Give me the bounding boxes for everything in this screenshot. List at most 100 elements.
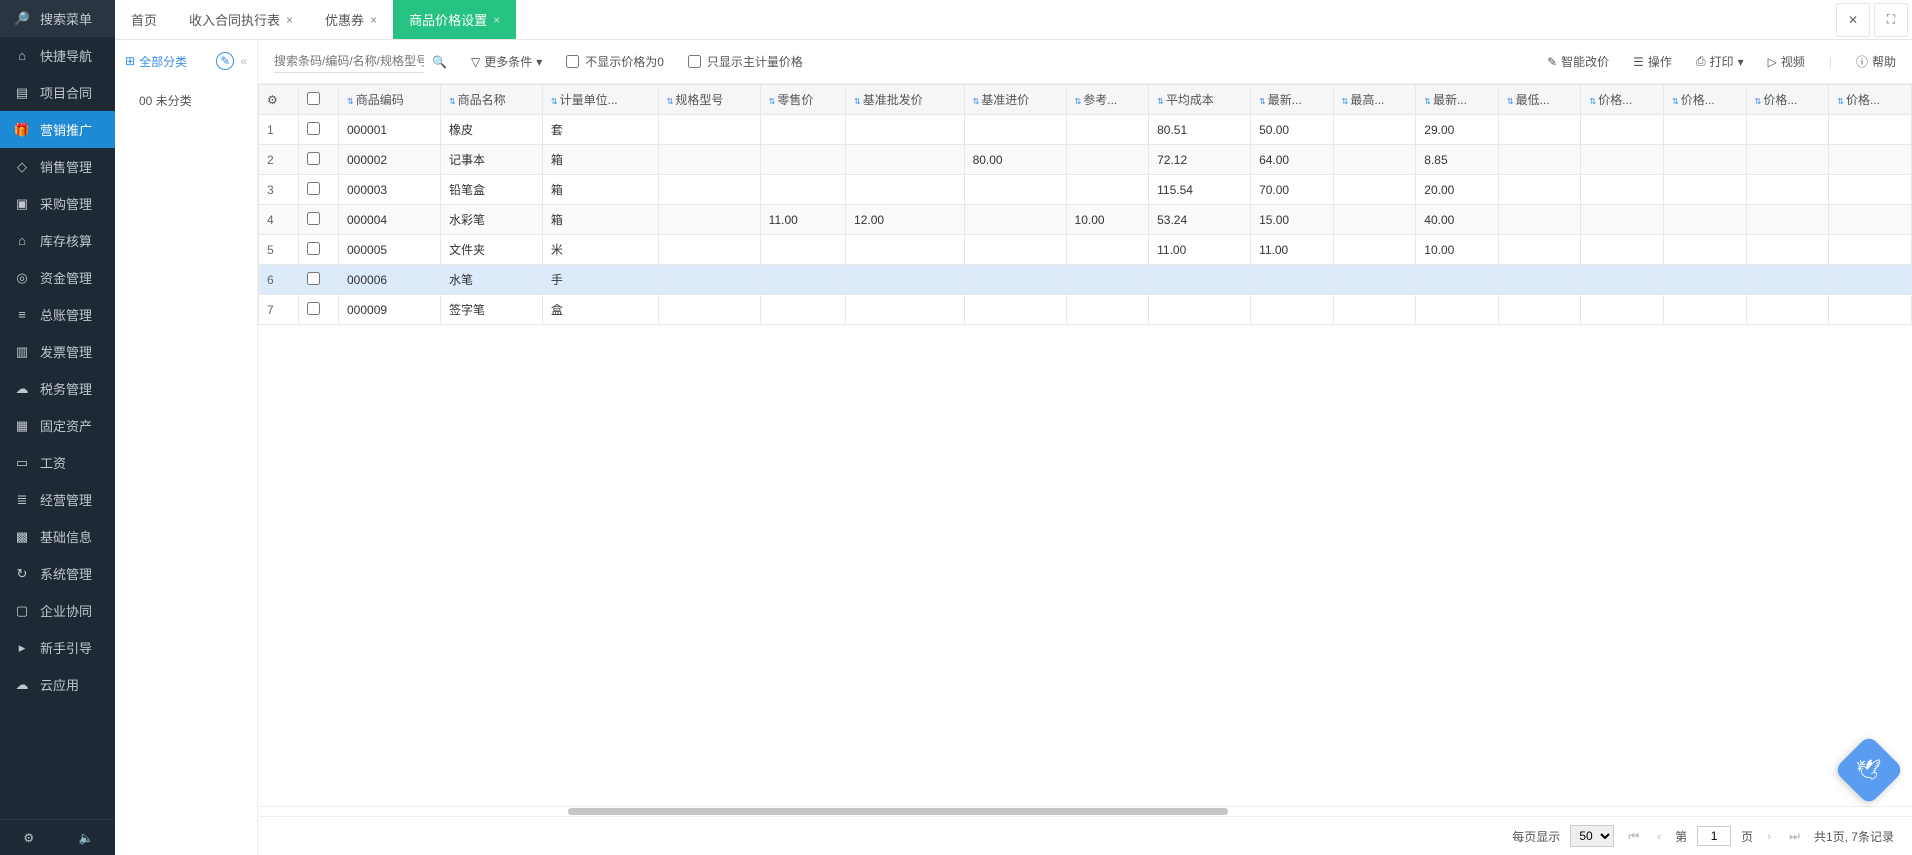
cell-low[interactable] bbox=[1498, 175, 1581, 205]
cell-wholesale[interactable] bbox=[846, 145, 965, 175]
column-header-12[interactable]: ⇅最高... bbox=[1333, 85, 1416, 115]
cell-avg[interactable]: 11.00 bbox=[1149, 235, 1251, 265]
cell-ref[interactable]: 10.00 bbox=[1066, 205, 1149, 235]
print-button[interactable]: ⎙ 打印 ▾ bbox=[1696, 53, 1744, 70]
sidebar-item-4[interactable]: ◇销售管理 bbox=[0, 148, 115, 185]
cell-unit[interactable]: 手 bbox=[542, 265, 658, 295]
row-checkbox[interactable] bbox=[307, 212, 320, 225]
tab-0[interactable]: 首页 bbox=[115, 0, 173, 39]
more-conditions[interactable]: ▽ 更多条件 ▾ bbox=[471, 53, 542, 70]
cell-high[interactable] bbox=[1333, 175, 1416, 205]
cell-avg[interactable] bbox=[1149, 265, 1251, 295]
tab-2[interactable]: 优惠券× bbox=[309, 0, 393, 39]
cell-retail[interactable] bbox=[760, 175, 845, 205]
cell-newest1[interactable]: 50.00 bbox=[1251, 115, 1334, 145]
cell-price2[interactable] bbox=[1664, 115, 1747, 145]
cell-name[interactable]: 水彩笔 bbox=[440, 205, 542, 235]
row-checkbox[interactable] bbox=[307, 152, 320, 165]
category-all[interactable]: ⊞ 全部分类 bbox=[125, 53, 210, 70]
cell-retail[interactable] bbox=[760, 145, 845, 175]
video-button[interactable]: ▷ 视频 bbox=[1768, 53, 1805, 70]
cell-retail[interactable] bbox=[760, 295, 845, 325]
page-input[interactable] bbox=[1697, 826, 1731, 846]
row-checkbox[interactable] bbox=[307, 242, 320, 255]
category-node[interactable]: 00 未分类 bbox=[125, 86, 247, 115]
cell-low[interactable] bbox=[1498, 265, 1581, 295]
sidebar-item-6[interactable]: ⌂库存核算 bbox=[0, 222, 115, 259]
column-header-13[interactable]: ⇅最新... bbox=[1416, 85, 1499, 115]
cell-price3[interactable] bbox=[1746, 265, 1829, 295]
cell-name[interactable]: 橡皮 bbox=[440, 115, 542, 145]
cell-price1[interactable] bbox=[1581, 205, 1664, 235]
cell-price1[interactable] bbox=[1581, 235, 1664, 265]
cell-base[interactable] bbox=[964, 175, 1066, 205]
cell-newest1[interactable] bbox=[1251, 265, 1334, 295]
cell-wholesale[interactable] bbox=[846, 265, 965, 295]
cell-spec[interactable] bbox=[658, 235, 760, 265]
row-checkbox[interactable] bbox=[307, 272, 320, 285]
next-page-button[interactable]: › bbox=[1763, 829, 1775, 843]
cell-price2[interactable] bbox=[1664, 295, 1747, 325]
cell-retail[interactable]: 11.00 bbox=[760, 205, 845, 235]
search-input[interactable] bbox=[274, 50, 424, 73]
cell-name[interactable]: 文件夹 bbox=[440, 235, 542, 265]
cell-price1[interactable] bbox=[1581, 115, 1664, 145]
scrollbar-thumb[interactable] bbox=[568, 808, 1228, 815]
cell-code[interactable]: 000009 bbox=[339, 295, 441, 325]
table-row[interactable]: 6000006水笔手 bbox=[259, 265, 1912, 295]
main-unit-checkbox[interactable]: 只显示主计量价格 bbox=[688, 53, 803, 70]
cell-newest2[interactable] bbox=[1416, 265, 1499, 295]
cell-base[interactable] bbox=[964, 265, 1066, 295]
cell-price4[interactable] bbox=[1829, 265, 1912, 295]
cell-name[interactable]: 水笔 bbox=[440, 265, 542, 295]
tab-close-icon[interactable]: × bbox=[286, 13, 293, 27]
column-header-6[interactable]: ⇅零售价 bbox=[760, 85, 845, 115]
column-header-2[interactable]: ⇅商品编码 bbox=[339, 85, 441, 115]
select-all-checkbox[interactable] bbox=[307, 92, 320, 105]
cell-wholesale[interactable] bbox=[846, 295, 965, 325]
column-header-16[interactable]: ⇅价格... bbox=[1664, 85, 1747, 115]
row-checkbox[interactable] bbox=[307, 122, 320, 135]
cell-wholesale[interactable] bbox=[846, 235, 965, 265]
cell-low[interactable] bbox=[1498, 145, 1581, 175]
sidebar-item-7[interactable]: ◎资金管理 bbox=[0, 259, 115, 296]
tab-close-icon[interactable]: × bbox=[370, 13, 377, 27]
cell-avg[interactable]: 115.54 bbox=[1149, 175, 1251, 205]
tab-close-icon[interactable]: × bbox=[493, 13, 500, 27]
cell-code[interactable]: 000005 bbox=[339, 235, 441, 265]
cell-price2[interactable] bbox=[1664, 175, 1747, 205]
cell-base[interactable]: 80.00 bbox=[964, 145, 1066, 175]
cell-price4[interactable] bbox=[1829, 115, 1912, 145]
cell-newest1[interactable]: 64.00 bbox=[1251, 145, 1334, 175]
sidebar-item-8[interactable]: ≡总账管理 bbox=[0, 296, 115, 333]
cell-unit[interactable]: 米 bbox=[542, 235, 658, 265]
cell-price3[interactable] bbox=[1746, 205, 1829, 235]
cell-code[interactable]: 000003 bbox=[339, 175, 441, 205]
smart-price-button[interactable]: ✎ 智能改价 bbox=[1547, 53, 1609, 70]
sidebar-item-0[interactable]: 🔎搜索菜单 bbox=[0, 0, 115, 37]
cell-name[interactable]: 铅笔盒 bbox=[440, 175, 542, 205]
cell-wholesale[interactable] bbox=[846, 175, 965, 205]
hide-zero-checkbox[interactable]: 不显示价格为0 bbox=[566, 53, 664, 70]
cell-code[interactable]: 000001 bbox=[339, 115, 441, 145]
table-wrapper[interactable]: ⚙⇅商品编码⇅商品名称⇅计量单位...⇅规格型号⇅零售价⇅基准批发价⇅基准进价⇅… bbox=[258, 84, 1912, 806]
cell-price2[interactable] bbox=[1664, 265, 1747, 295]
cell-spec[interactable] bbox=[658, 205, 760, 235]
close-tab-button[interactable]: ✕ bbox=[1836, 3, 1870, 37]
cell-base[interactable] bbox=[964, 235, 1066, 265]
collapse-panel-button[interactable]: « bbox=[240, 54, 247, 68]
cell-avg[interactable]: 80.51 bbox=[1149, 115, 1251, 145]
cell-newest1[interactable]: 15.00 bbox=[1251, 205, 1334, 235]
cell-name[interactable]: 记事本 bbox=[440, 145, 542, 175]
perpage-select[interactable]: 50 bbox=[1570, 825, 1614, 847]
cell-name[interactable]: 签字笔 bbox=[440, 295, 542, 325]
cell-low[interactable] bbox=[1498, 205, 1581, 235]
cell-price1[interactable] bbox=[1581, 175, 1664, 205]
cell-price1[interactable] bbox=[1581, 295, 1664, 325]
cell-price4[interactable] bbox=[1829, 235, 1912, 265]
operations-button[interactable]: ☰ 操作 bbox=[1633, 53, 1672, 70]
cell-high[interactable] bbox=[1333, 235, 1416, 265]
cell-price4[interactable] bbox=[1829, 295, 1912, 325]
sidebar-item-5[interactable]: ▣采购管理 bbox=[0, 185, 115, 222]
cell-ref[interactable] bbox=[1066, 115, 1149, 145]
